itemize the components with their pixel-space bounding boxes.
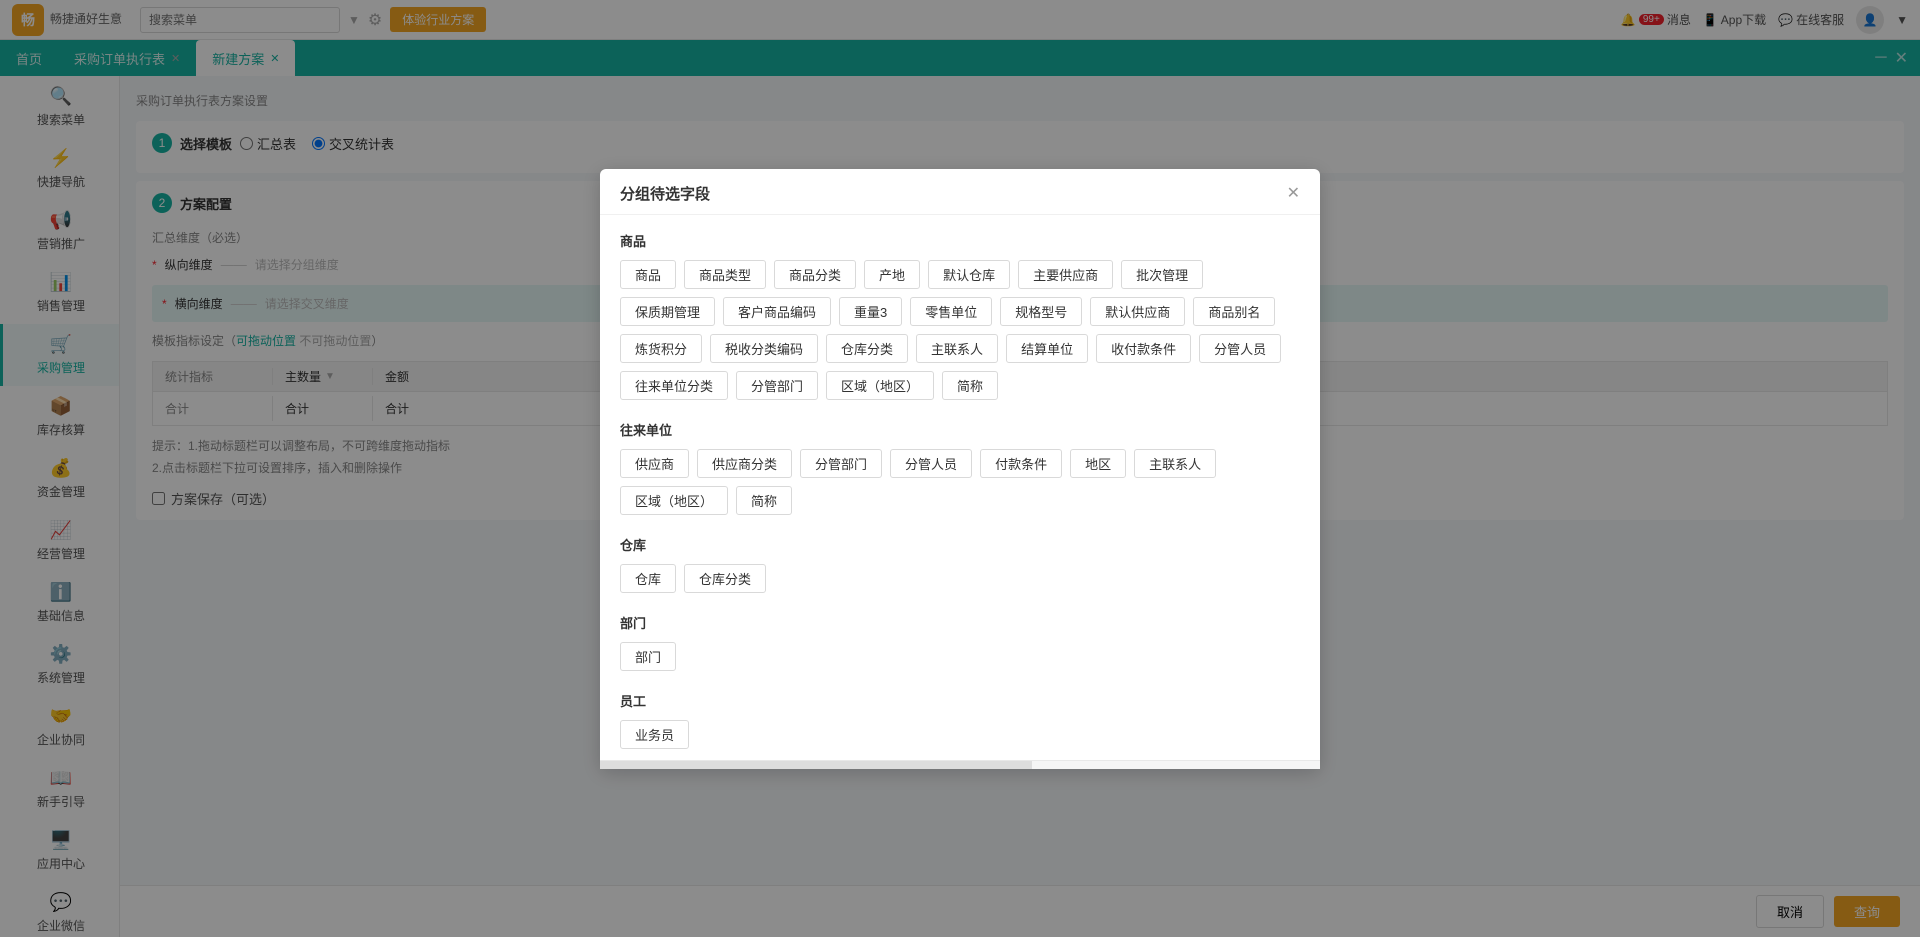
- department-field-tags: 部门: [620, 642, 1300, 671]
- field-tag-default-warehouse[interactable]: 默认仓库: [928, 260, 1010, 289]
- modal-hscroll-thumb[interactable]: [600, 761, 1032, 768]
- goods-section-title: 商品: [620, 231, 1300, 250]
- field-tag-short-name2[interactable]: 简称: [736, 486, 792, 515]
- warehouse-field-tags: 仓库 仓库分类: [620, 564, 1300, 593]
- field-tag-goods-category[interactable]: 商品分类: [774, 260, 856, 289]
- field-tag-payment-cond[interactable]: 付款条件: [980, 449, 1062, 478]
- modal-close-button[interactable]: ✕: [1287, 183, 1300, 203]
- field-tag-goods-alias[interactable]: 商品别名: [1193, 297, 1275, 326]
- field-tag-partner-category[interactable]: 往来单位分类: [620, 371, 728, 400]
- field-tag-supplier[interactable]: 供应商: [620, 449, 689, 478]
- partner-section-title: 往来单位: [620, 420, 1300, 439]
- field-tag-batch-mgmt[interactable]: 批次管理: [1121, 260, 1203, 289]
- field-tag-main-supplier[interactable]: 主要供应商: [1018, 260, 1113, 289]
- field-tag-settlement-unit[interactable]: 结算单位: [1006, 334, 1088, 363]
- employee-section-title: 员工: [620, 691, 1300, 710]
- field-tag-region[interactable]: 区域（地区）: [826, 371, 934, 400]
- field-tag-supplier-category[interactable]: 供应商分类: [697, 449, 792, 478]
- field-tag-warehouse[interactable]: 仓库: [620, 564, 676, 593]
- field-tag-tax-code[interactable]: 税收分类编码: [710, 334, 818, 363]
- employee-field-tags: 业务员: [620, 720, 1300, 749]
- department-section: 部门 部门: [620, 613, 1300, 671]
- field-tag-manager2[interactable]: 分管人员: [890, 449, 972, 478]
- field-tag-payment-terms[interactable]: 收付款条件: [1096, 334, 1191, 363]
- field-tag-salesperson[interactable]: 业务员: [620, 720, 689, 749]
- goods-section: 商品 商品 商品类型 商品分类 产地 默认仓库 主要供应商 批次管理 保质期管理…: [620, 231, 1300, 400]
- field-tag-main-contact[interactable]: 主联系人: [916, 334, 998, 363]
- partner-field-tags: 供应商 供应商分类 分管部门 分管人员 付款条件 地区 主联系人 区域（地区） …: [620, 449, 1300, 515]
- modal-body: 商品 商品 商品类型 商品分类 产地 默认仓库 主要供应商 批次管理 保质期管理…: [600, 215, 1320, 761]
- field-tag-weight3[interactable]: 重量3: [839, 297, 902, 326]
- goods-field-tags: 商品 商品类型 商品分类 产地 默认仓库 主要供应商 批次管理 保质期管理 客户…: [620, 260, 1300, 400]
- field-tag-default-supplier[interactable]: 默认供应商: [1090, 297, 1185, 326]
- field-tag-region-area2[interactable]: 区域（地区）: [620, 486, 728, 515]
- modal-title: 分组待选字段: [620, 183, 710, 204]
- modal-overlay: 分组待选字段 ✕ 商品 商品 商品类型 商品分类 产地 默认仓库 主要供应商 批…: [0, 0, 1920, 937]
- warehouse-section-title: 仓库: [620, 535, 1300, 554]
- field-tag-warehouse-category[interactable]: 仓库分类: [826, 334, 908, 363]
- field-tag-manager[interactable]: 分管人员: [1199, 334, 1281, 363]
- field-tag-dept-manage[interactable]: 分管部门: [736, 371, 818, 400]
- field-tag-goods[interactable]: 商品: [620, 260, 676, 289]
- field-tag-spec-type[interactable]: 规格型号: [1000, 297, 1082, 326]
- field-tag-region2[interactable]: 地区: [1070, 449, 1126, 478]
- field-tag-warehouse-cat[interactable]: 仓库分类: [684, 564, 766, 593]
- field-tag-retail-unit[interactable]: 零售单位: [910, 297, 992, 326]
- employee-section: 员工 业务员: [620, 691, 1300, 749]
- modal-hscroll-area: [600, 760, 1320, 768]
- field-tag-main-contact2[interactable]: 主联系人: [1134, 449, 1216, 478]
- partner-section: 往来单位 供应商 供应商分类 分管部门 分管人员 付款条件 地区 主联系人 区域…: [620, 420, 1300, 515]
- field-tag-origin[interactable]: 产地: [864, 260, 920, 289]
- field-select-modal: 分组待选字段 ✕ 商品 商品 商品类型 商品分类 产地 默认仓库 主要供应商 批…: [600, 169, 1320, 769]
- field-tag-customer-code[interactable]: 客户商品编码: [723, 297, 831, 326]
- field-tag-goods-type[interactable]: 商品类型: [684, 260, 766, 289]
- department-section-title: 部门: [620, 613, 1300, 632]
- field-tag-dept-manage2[interactable]: 分管部门: [800, 449, 882, 478]
- field-tag-short-name[interactable]: 简称: [942, 371, 998, 400]
- modal-header: 分组待选字段 ✕: [600, 169, 1320, 215]
- warehouse-section: 仓库 仓库 仓库分类: [620, 535, 1300, 593]
- field-tag-points[interactable]: 炼货积分: [620, 334, 702, 363]
- field-tag-dept[interactable]: 部门: [620, 642, 676, 671]
- field-tag-expiry-mgmt[interactable]: 保质期管理: [620, 297, 715, 326]
